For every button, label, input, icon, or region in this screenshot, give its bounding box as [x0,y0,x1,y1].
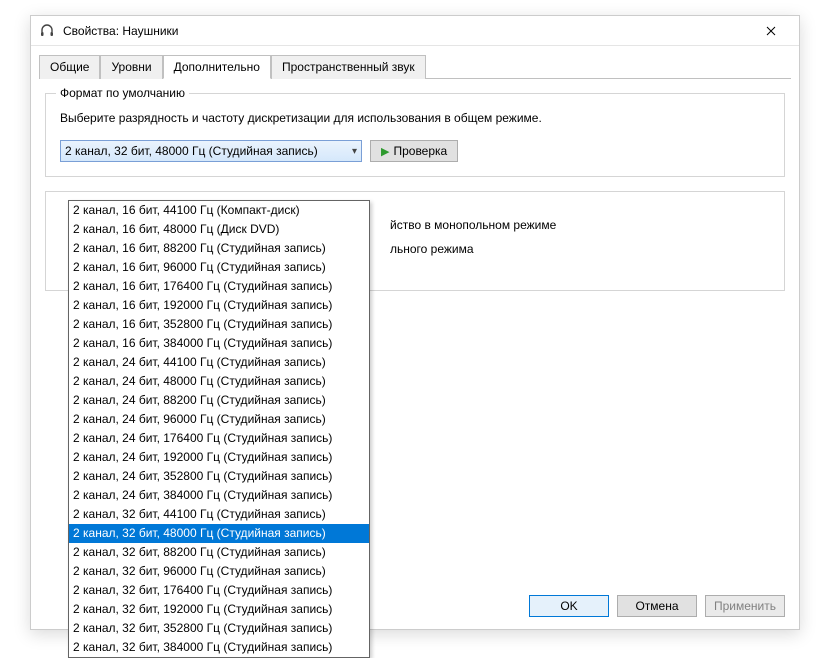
format-dropdown-list[interactable]: 2 канал, 16 бит, 44100 Гц (Компакт-диск)… [68,200,370,658]
format-option[interactable]: 2 канал, 16 бит, 192000 Гц (Студийная за… [69,296,369,315]
apply-button[interactable]: Применить [705,595,785,617]
default-format-group: Формат по умолчанию Выберите разрядность… [45,93,785,177]
format-option[interactable]: 2 канал, 16 бит, 44100 Гц (Компакт-диск) [69,201,369,220]
format-option[interactable]: 2 канал, 32 бит, 352800 Гц (Студийная за… [69,619,369,638]
headphones-icon [39,23,55,39]
tab-advanced[interactable]: Дополнительно [163,55,271,79]
format-option[interactable]: 2 канал, 24 бит, 192000 Гц (Студийная за… [69,448,369,467]
format-option[interactable]: 2 канал, 16 бит, 96000 Гц (Студийная зап… [69,258,369,277]
format-option[interactable]: 2 канал, 24 бит, 176400 Гц (Студийная за… [69,429,369,448]
format-option[interactable]: 2 канал, 32 бит, 44100 Гц (Студийная зап… [69,505,369,524]
format-option[interactable]: 2 канал, 24 бит, 48000 Гц (Студийная зап… [69,372,369,391]
tab-general[interactable]: Общие [39,55,100,79]
format-option[interactable]: 2 канал, 32 бит, 88200 Гц (Студийная зап… [69,543,369,562]
tab-spatial[interactable]: Пространственный звук [271,55,426,79]
dialog-button-row: OK Отмена Применить [529,595,785,617]
default-format-legend: Формат по умолчанию [56,86,189,100]
format-option[interactable]: 2 канал, 16 бит, 48000 Гц (Диск DVD) [69,220,369,239]
format-option[interactable]: 2 канал, 24 бит, 88200 Гц (Студийная зап… [69,391,369,410]
close-button[interactable] [751,17,791,45]
format-option[interactable]: 2 канал, 32 бит, 192000 Гц (Студийная за… [69,600,369,619]
tab-levels[interactable]: Уровни [100,55,162,79]
format-description: Выберите разрядность и частоту дискретиз… [60,110,770,126]
chevron-down-icon: ▾ [352,146,357,157]
format-option[interactable]: 2 канал, 32 бит, 384000 Гц (Студийная за… [69,638,369,657]
format-option[interactable]: 2 канал, 32 бит, 96000 Гц (Студийная зап… [69,562,369,581]
tab-row: Общие Уровни Дополнительно Пространствен… [39,54,791,79]
combo-row: 2 канал, 32 бит, 48000 Гц (Студийная зап… [60,140,770,162]
cancel-button[interactable]: Отмена [617,595,697,617]
test-button[interactable]: ▶ Проверка [370,140,458,162]
format-option[interactable]: 2 канал, 24 бит, 44100 Гц (Студийная зап… [69,353,369,372]
format-option[interactable]: 2 канал, 16 бит, 176400 Гц (Студийная за… [69,277,369,296]
format-option[interactable]: 2 канал, 32 бит, 48000 Гц (Студийная зап… [69,524,369,543]
format-option[interactable]: 2 канал, 32 бит, 176400 Гц (Студийная за… [69,581,369,600]
properties-dialog: Свойства: Наушники Общие Уровни Дополнит… [30,15,800,630]
format-select-value: 2 канал, 32 бит, 48000 Гц (Студийная зап… [65,144,352,158]
format-option[interactable]: 2 канал, 16 бит, 352800 Гц (Студийная за… [69,315,369,334]
format-select[interactable]: 2 канал, 32 бит, 48000 Гц (Студийная зап… [60,140,362,162]
format-option[interactable]: 2 канал, 24 бит, 384000 Гц (Студийная за… [69,486,369,505]
format-option[interactable]: 2 канал, 16 бит, 88200 Гц (Студийная зап… [69,239,369,258]
format-option[interactable]: 2 канал, 24 бит, 352800 Гц (Студийная за… [69,467,369,486]
titlebar: Свойства: Наушники [31,16,799,46]
test-button-label: Проверка [393,144,447,158]
format-option[interactable]: 2 канал, 24 бит, 96000 Гц (Студийная зап… [69,410,369,429]
window-title: Свойства: Наушники [63,24,751,38]
play-icon: ▶ [381,145,389,158]
ok-button[interactable]: OK [529,595,609,617]
format-option[interactable]: 2 канал, 16 бит, 384000 Гц (Студийная за… [69,334,369,353]
